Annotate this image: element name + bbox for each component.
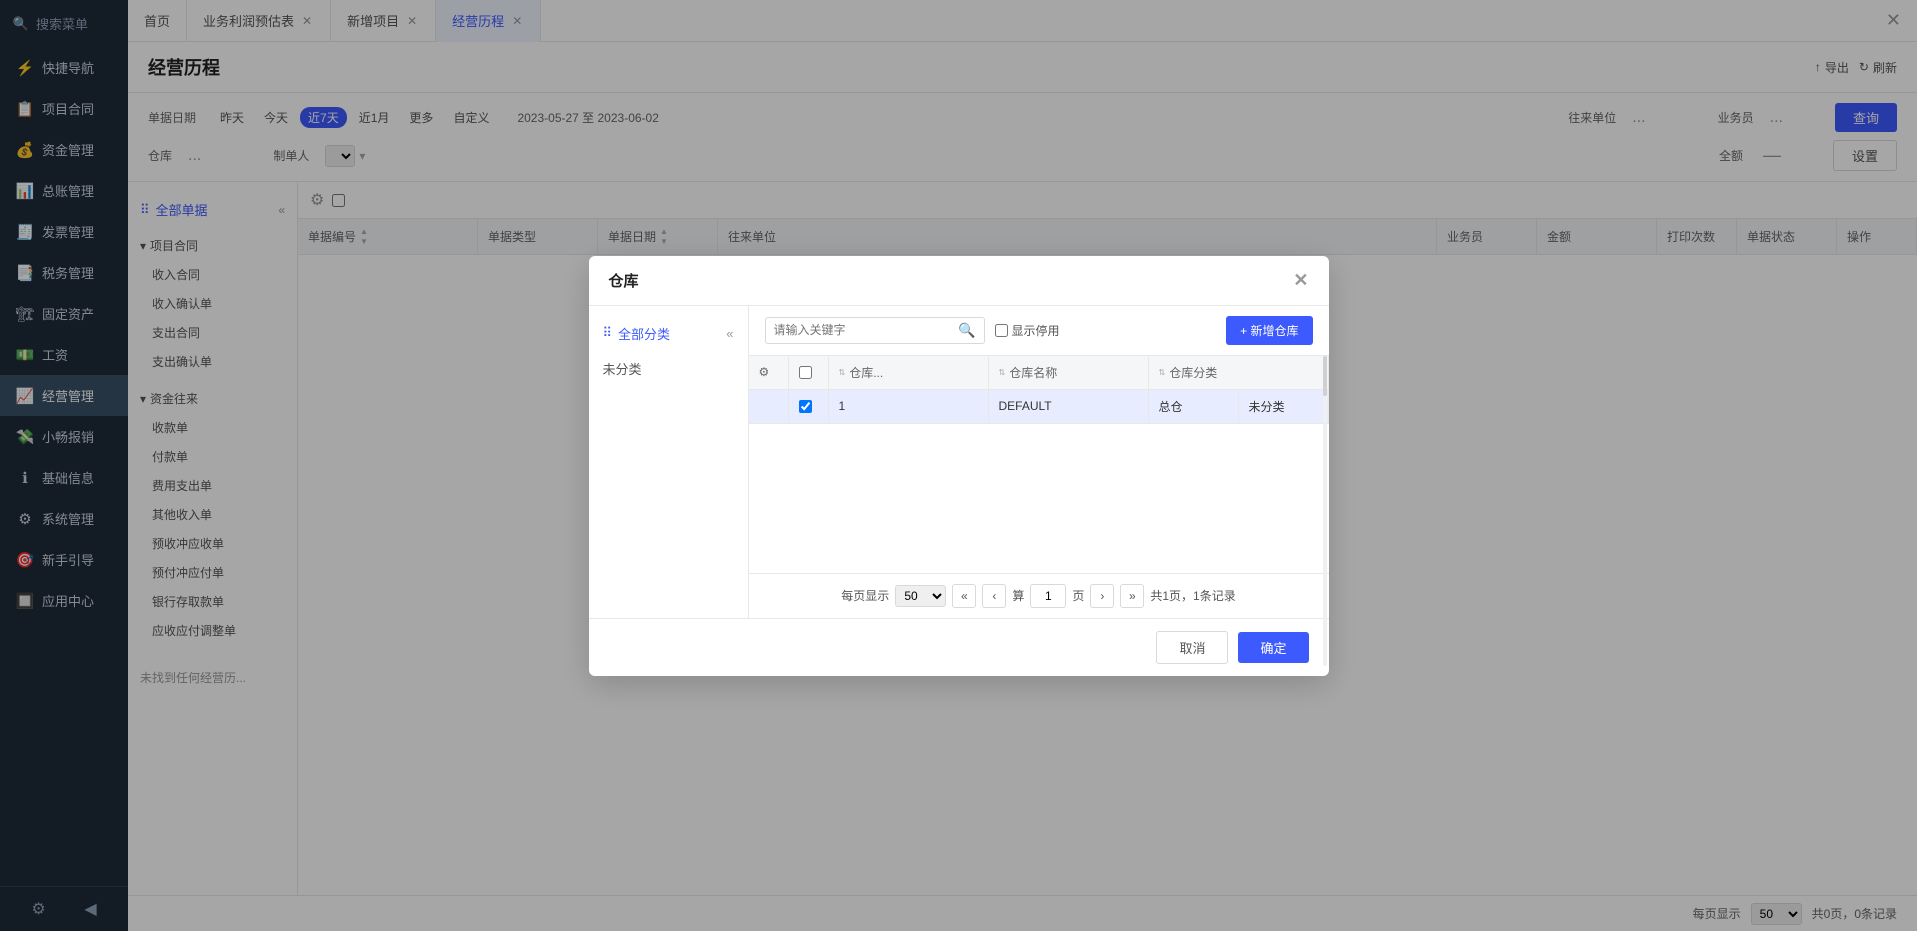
modal-body: ⠿ 全部分类 « 未分类 🔍 显示停用	[589, 306, 1329, 618]
modal-search-icon: 🔍	[958, 322, 975, 339]
row-code-cell: DEFAULT	[989, 390, 1149, 423]
show-disabled-label[interactable]: 显示停用	[995, 322, 1060, 339]
modal-select-all[interactable]	[799, 366, 812, 379]
next-page-button[interactable]: ›	[1090, 584, 1114, 608]
modal-search-input[interactable]	[774, 323, 953, 337]
modal-all-category[interactable]: ⠿ 全部分类 «	[589, 316, 748, 351]
show-disabled-text: 显示停用	[1012, 322, 1060, 339]
modal-header: 仓库 ✕	[589, 256, 1329, 306]
modal-search-wrap: 🔍	[765, 317, 985, 344]
total-info: 共1页，1条记录	[1150, 587, 1235, 604]
per-page-label-modal: 每页显示	[841, 587, 889, 604]
page-word: 算	[1012, 587, 1024, 604]
row-checkbox[interactable]	[799, 400, 812, 413]
warehouse-modal: 仓库 ✕ ⠿ 全部分类 « 未分类 🔍	[589, 256, 1329, 676]
table-row[interactable]: 1 DEFAULT 总仓 未分类	[749, 390, 1329, 424]
modal-title: 仓库	[609, 270, 639, 291]
last-page-button[interactable]: »	[1120, 584, 1144, 608]
confirm-button[interactable]: 确定	[1238, 632, 1308, 663]
page-unit: 页	[1072, 587, 1084, 604]
settings-col-icon: ⚙	[759, 365, 770, 379]
row-name-value: 总仓	[1159, 398, 1183, 415]
modal-table-header: ⚙ ⇅ 仓库... ⇅ 仓库名称 ⇅ 仓库分类	[749, 356, 1329, 390]
row-id-value: 1	[839, 399, 846, 413]
prev-page-button[interactable]: ‹	[982, 584, 1006, 608]
modal-th-checkbox	[789, 356, 829, 389]
modal-pagination: 每页显示 50 100 « ‹ 算 页 › » 共1页，1条记录	[749, 573, 1329, 618]
add-warehouse-button[interactable]: + 新增仓库	[1226, 316, 1312, 345]
row-checkbox-cell	[789, 390, 829, 423]
modal-right-panel: 🔍 显示停用 + 新增仓库 ⚙ ⇅	[749, 306, 1329, 618]
cancel-button[interactable]: 取消	[1156, 631, 1228, 664]
modal-table: ⚙ ⇅ 仓库... ⇅ 仓库名称 ⇅ 仓库分类	[749, 356, 1329, 573]
show-disabled-checkbox[interactable]	[995, 324, 1008, 337]
sort-category-icon: ⇅	[1159, 368, 1166, 377]
sort-name-icon: ⇅	[999, 368, 1006, 377]
modal-th-name-label: 仓库名称	[1009, 364, 1057, 381]
row-name-cell: 总仓	[1149, 390, 1239, 423]
modal-th-name[interactable]: ⇅ 仓库名称	[989, 356, 1149, 389]
modal-toolbar: 🔍 显示停用 + 新增仓库	[749, 306, 1329, 356]
page-number-input[interactable]	[1030, 584, 1066, 608]
grid-modal-icon: ⠿	[603, 325, 613, 341]
modal-footer: 取消 确定	[589, 618, 1329, 676]
modal-all-label: 全部分类	[618, 324, 670, 343]
row-category-cell: 未分类	[1239, 390, 1329, 423]
modal-close-icon[interactable]: ✕	[1293, 270, 1308, 291]
modal-th-category[interactable]: ⇅ 仓库分类	[1149, 356, 1329, 389]
modal-th-code-label: 仓库...	[849, 364, 883, 381]
modal-left-panel: ⠿ 全部分类 « 未分类	[589, 306, 749, 618]
modal-th-category-label: 仓库分类	[1169, 364, 1217, 381]
modal-th-code[interactable]: ⇅ 仓库...	[829, 356, 989, 389]
first-page-button[interactable]: «	[952, 584, 976, 608]
row-id-cell: 1	[829, 390, 989, 423]
row-settings-cell	[749, 390, 789, 423]
modal-per-page-select[interactable]: 50 100	[895, 585, 946, 607]
modal-th-settings: ⚙	[749, 356, 789, 389]
modal-uncategorized-label: 未分类	[603, 362, 642, 377]
modal-uncategorized[interactable]: 未分类	[589, 351, 748, 386]
modal-collapse-icon[interactable]: «	[726, 326, 733, 341]
sort-code-icon: ⇅	[839, 368, 846, 377]
row-category-value: 未分类	[1249, 398, 1285, 415]
row-code-value: DEFAULT	[999, 399, 1052, 413]
